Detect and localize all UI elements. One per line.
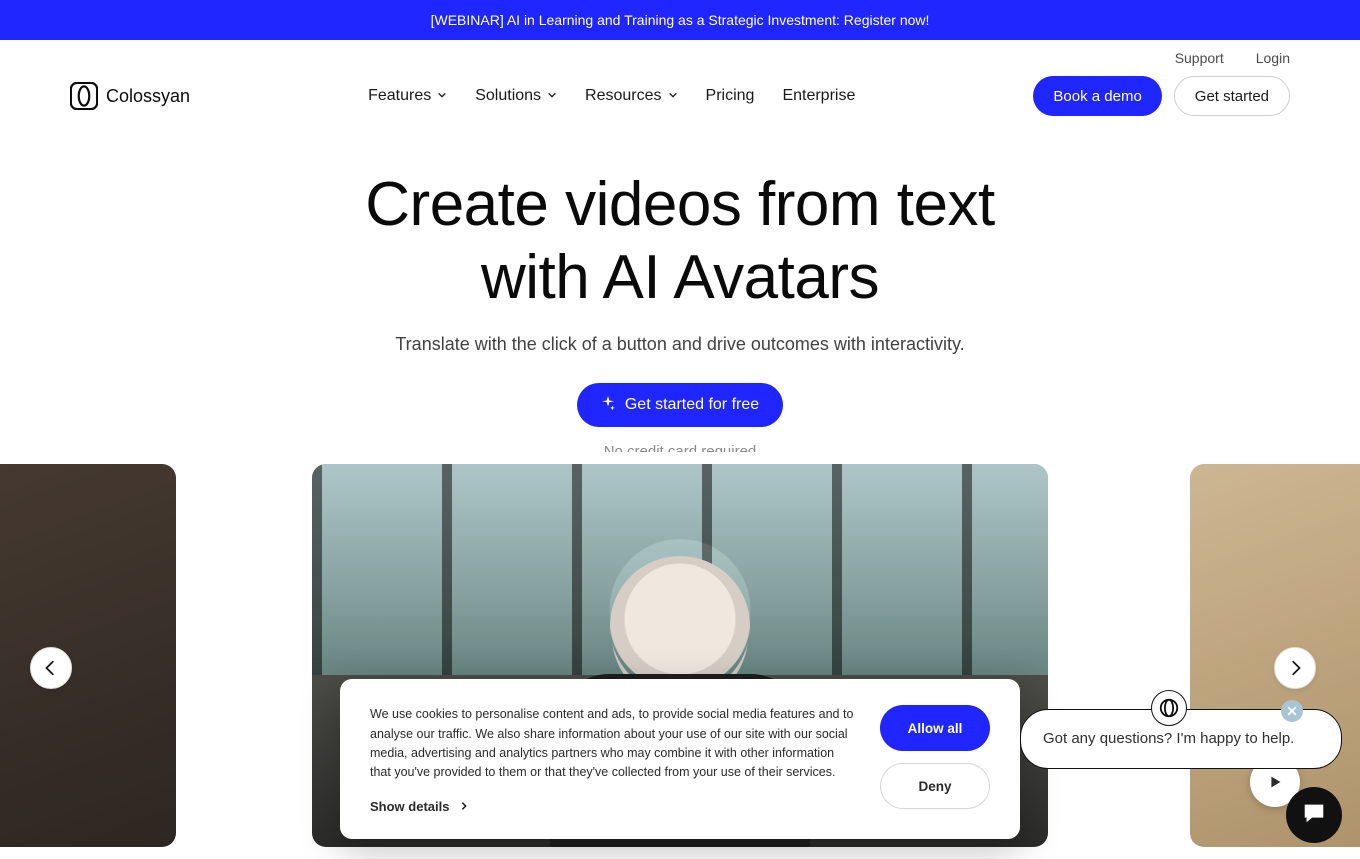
cookie-allow-button[interactable]: Allow all bbox=[880, 705, 990, 751]
chat-message: Got any questions? I'm happy to help. bbox=[1043, 730, 1294, 747]
cookie-text-column: We use cookies to personalise content an… bbox=[370, 705, 856, 817]
hero-title-line1: Create videos from text bbox=[365, 170, 994, 239]
announcement-banner[interactable]: [WEBINAR] AI in Learning and Training as… bbox=[0, 0, 1360, 40]
get-started-button[interactable]: Get started bbox=[1174, 76, 1290, 116]
nav-label: Features bbox=[368, 87, 431, 105]
cookie-banner: We use cookies to personalise content an… bbox=[340, 679, 1020, 839]
logo-text: Colossyan bbox=[106, 86, 190, 107]
video-thumbnail: Product bbox=[1190, 464, 1360, 847]
nav-item-features[interactable]: Features bbox=[368, 87, 447, 105]
login-link[interactable]: Login bbox=[1256, 50, 1290, 66]
chat-avatar-icon bbox=[1151, 690, 1187, 726]
hero-cta-button[interactable]: Get started for free bbox=[577, 383, 783, 427]
announcement-text: [WEBINAR] AI in Learning and Training as… bbox=[431, 12, 930, 28]
chevron-down-icon bbox=[668, 87, 678, 105]
chevron-right-icon bbox=[459, 797, 469, 817]
chevron-down-icon bbox=[547, 87, 557, 105]
nav-actions: Book a demo Get started bbox=[1033, 76, 1290, 116]
hero-title-line2: with AI Avatars bbox=[481, 243, 879, 312]
logo[interactable]: Colossyan bbox=[70, 82, 190, 110]
button-label: Book a demo bbox=[1053, 88, 1141, 105]
nav-label: Resources bbox=[585, 87, 661, 105]
top-links: Support Login bbox=[0, 40, 1360, 66]
cookie-buttons: Allow all Deny bbox=[880, 705, 990, 817]
nav-item-solutions[interactable]: Solutions bbox=[475, 87, 557, 105]
chat-launcher-button[interactable] bbox=[1286, 787, 1342, 843]
carousel-next-button[interactable] bbox=[1274, 647, 1316, 689]
cookie-details-label: Show details bbox=[370, 797, 449, 817]
chat-icon bbox=[1301, 800, 1327, 831]
carousel-prev-button[interactable] bbox=[30, 647, 72, 689]
cookie-body: We use cookies to personalise content an… bbox=[370, 705, 856, 783]
hero-subtitle: Translate with the click of a button and… bbox=[0, 334, 1360, 355]
sparkle-icon bbox=[601, 396, 615, 415]
button-label: Get started bbox=[1195, 88, 1269, 105]
cookie-show-details[interactable]: Show details bbox=[370, 797, 469, 817]
support-link[interactable]: Support bbox=[1175, 50, 1224, 66]
chat-close-button[interactable] bbox=[1281, 700, 1303, 722]
nav-item-enterprise[interactable]: Enterprise bbox=[782, 87, 855, 105]
logo-icon bbox=[70, 82, 98, 110]
chevron-down-icon bbox=[437, 87, 447, 105]
nav-item-resources[interactable]: Resources bbox=[585, 87, 677, 105]
nav-label: Solutions bbox=[475, 87, 541, 105]
hero-title: Create videos from text with AI Avatars bbox=[0, 168, 1360, 314]
book-demo-button[interactable]: Book a demo bbox=[1033, 76, 1161, 116]
nav-center: Features Solutions Resources Pricing Ent… bbox=[190, 87, 1033, 105]
hero-cta-label: Get started for free bbox=[625, 396, 759, 414]
nav-label: Pricing bbox=[706, 87, 755, 105]
nav-item-pricing[interactable]: Pricing bbox=[706, 87, 755, 105]
button-label: Allow all bbox=[908, 721, 963, 736]
hero: Create videos from text with AI Avatars … bbox=[0, 116, 1360, 460]
navbar: Colossyan Features Solutions Resources P… bbox=[0, 66, 1360, 116]
cookie-deny-button[interactable]: Deny bbox=[880, 763, 990, 809]
chat-bubble[interactable]: Got any questions? I'm happy to help. bbox=[1020, 709, 1342, 770]
carousel-card-prev bbox=[0, 452, 188, 859]
video-thumbnail bbox=[0, 464, 176, 847]
button-label: Deny bbox=[918, 779, 951, 794]
nav-label: Enterprise bbox=[782, 87, 855, 105]
